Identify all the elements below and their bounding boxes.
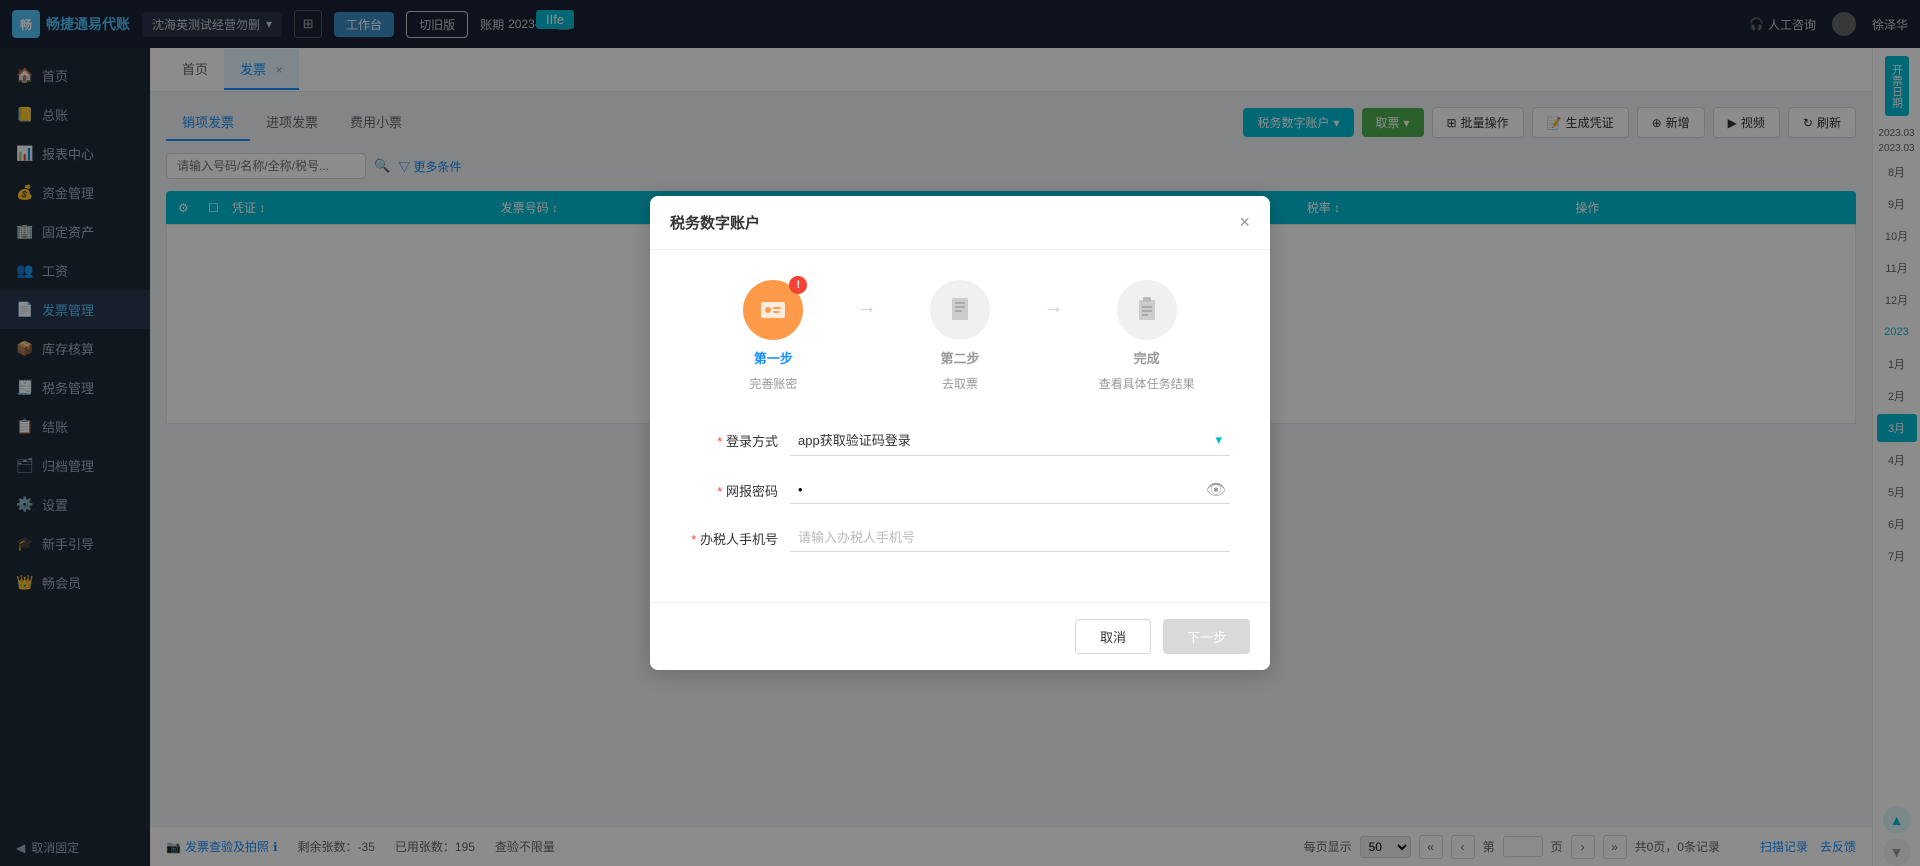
login-method-row: * 登录方式 app获取验证码登录 ▾ xyxy=(690,424,1230,456)
login-method-label: * 登录方式 xyxy=(690,431,790,450)
step-1-desc: 完善账密 xyxy=(749,375,797,392)
tax-digital-account-modal: 税务数字账户 × ! 第一步 xyxy=(650,196,1270,670)
cancel-button[interactable]: 取消 xyxy=(1075,619,1151,654)
step-2-label: 第二步 xyxy=(941,348,980,367)
password-label: * 网报密码 xyxy=(690,481,790,500)
modal-overlay: 税务数字账户 × ! 第一步 xyxy=(0,0,1920,866)
phone-label: * 办税人手机号 xyxy=(690,529,790,548)
step-3-desc: 查看具体任务结果 xyxy=(1099,375,1195,392)
step-1-badge: ! xyxy=(789,276,807,294)
modal-form: * 登录方式 app获取验证码登录 ▾ * 网报密码 xyxy=(690,424,1230,552)
select-down-icon: ▾ xyxy=(1215,432,1222,448)
modal-footer: 取消 下一步 xyxy=(650,602,1270,670)
modal-body: ! 第一步 完善账密 → 第 xyxy=(650,250,1270,602)
phone-row: * 办税人手机号 xyxy=(690,524,1230,552)
step-2-circle xyxy=(930,280,990,340)
step-2-desc: 去取票 xyxy=(942,375,978,392)
password-input[interactable] xyxy=(790,476,1206,503)
step-3: 完成 查看具体任务结果 xyxy=(1063,280,1230,392)
step-3-circle xyxy=(1117,280,1177,340)
receipt-icon xyxy=(944,294,976,326)
step-1: ! 第一步 完善账密 xyxy=(690,280,857,392)
login-method-select[interactable]: app获取验证码登录 ▾ xyxy=(790,424,1230,456)
arrow-1: → xyxy=(857,280,877,319)
password-row: * 网报密码 👁 xyxy=(690,476,1230,504)
modal-header: 税务数字账户 × xyxy=(650,196,1270,250)
modal-close-btn[interactable]: × xyxy=(1239,212,1250,233)
step-1-label: 第一步 xyxy=(754,348,793,367)
step-1-circle: ! xyxy=(743,280,803,340)
clipboard-icon xyxy=(1131,294,1163,326)
modal-title: 税务数字账户 xyxy=(670,212,760,233)
steps-indicator: ! 第一步 完善账密 → 第 xyxy=(690,280,1230,392)
next-button[interactable]: 下一步 xyxy=(1163,619,1250,654)
phone-input[interactable] xyxy=(790,524,1230,552)
id-card-icon xyxy=(757,294,789,326)
arrow-2: → xyxy=(1043,280,1063,319)
eye-icon[interactable]: 👁 xyxy=(1206,480,1230,500)
step-3-label: 完成 xyxy=(1134,348,1160,367)
step-2: 第二步 去取票 xyxy=(877,280,1044,392)
